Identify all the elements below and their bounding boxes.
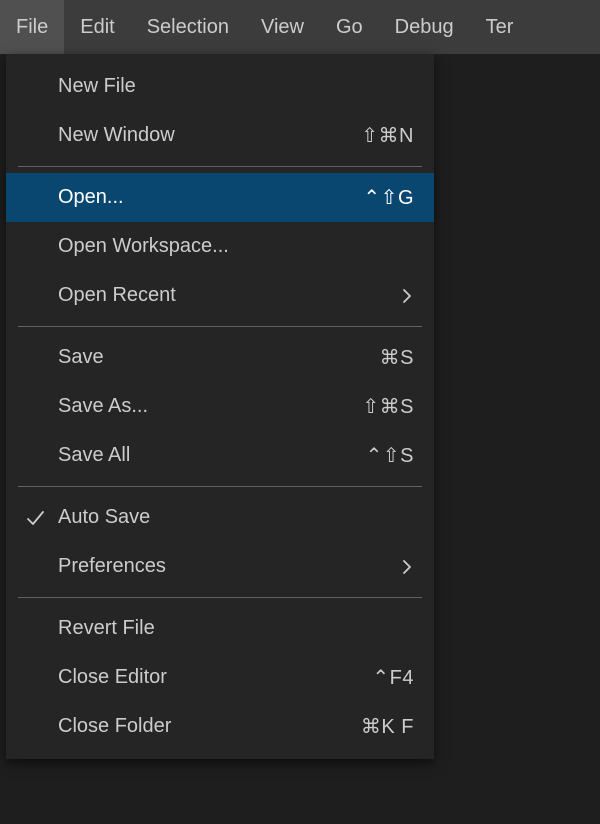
menu-label: Save As...	[58, 395, 362, 418]
menu-item-close-folder[interactable]: Close Folder ⌘K F	[6, 702, 434, 751]
menu-separator	[18, 486, 422, 487]
menu-separator	[18, 326, 422, 327]
menubar-item-view[interactable]: View	[245, 0, 320, 54]
menubar-item-file[interactable]: File	[0, 0, 64, 54]
menu-shortcut: ⌘K F	[361, 714, 414, 739]
menu-item-auto-save[interactable]: Auto Save	[6, 493, 434, 542]
menu-label: Preferences	[58, 555, 400, 578]
menu-shortcut: ⇧⌘N	[361, 123, 414, 148]
menubar-label: Selection	[147, 16, 229, 39]
menu-label: New File	[58, 75, 414, 98]
menubar-label: Edit	[80, 16, 114, 39]
menu-shortcut: ⌃⇧G	[363, 185, 414, 210]
menu-shortcut: ⌘S	[380, 345, 414, 370]
menu-item-save[interactable]: Save ⌘S	[6, 333, 434, 382]
menubar-label: File	[16, 16, 48, 39]
menu-label: Close Folder	[58, 715, 361, 738]
menubar-label: Debug	[395, 16, 454, 39]
menu-separator	[18, 597, 422, 598]
menubar-label: Go	[336, 16, 363, 39]
check-icon	[24, 507, 46, 529]
chevron-right-icon	[400, 289, 414, 303]
menu-label: Revert File	[58, 617, 414, 640]
menu-label: New Window	[58, 124, 361, 147]
chevron-right-icon	[400, 560, 414, 574]
menu-label: Close Editor	[58, 666, 372, 689]
file-menu-dropdown: New File New Window ⇧⌘N Open... ⌃⇧G Open…	[6, 54, 434, 759]
menu-shortcut: ⇧⌘S	[362, 394, 414, 419]
menu-shortcut: ⌃F4	[372, 665, 414, 690]
menu-item-new-window[interactable]: New Window ⇧⌘N	[6, 111, 434, 160]
menu-item-save-all[interactable]: Save All ⌃⇧S	[6, 431, 434, 480]
menu-label: Save	[58, 346, 380, 369]
menu-label: Open...	[58, 186, 363, 209]
menu-shortcut: ⌃⇧S	[366, 443, 414, 468]
menubar-item-selection[interactable]: Selection	[131, 0, 245, 54]
menu-item-save-as[interactable]: Save As... ⇧⌘S	[6, 382, 434, 431]
menubar-label: Ter	[486, 16, 514, 39]
menubar: File Edit Selection View Go Debug Ter	[0, 0, 600, 54]
menubar-item-terminal[interactable]: Ter	[470, 0, 530, 54]
menu-item-open-workspace[interactable]: Open Workspace...	[6, 222, 434, 271]
menu-separator	[18, 166, 422, 167]
menu-item-open[interactable]: Open... ⌃⇧G	[6, 173, 434, 222]
menu-item-new-file[interactable]: New File	[6, 62, 434, 111]
menu-label: Open Workspace...	[58, 235, 414, 258]
menu-item-close-editor[interactable]: Close Editor ⌃F4	[6, 653, 434, 702]
menu-item-preferences[interactable]: Preferences	[6, 542, 434, 591]
menu-label: Auto Save	[58, 506, 414, 529]
menu-item-revert-file[interactable]: Revert File	[6, 604, 434, 653]
menu-item-open-recent[interactable]: Open Recent	[6, 271, 434, 320]
menu-label: Open Recent	[58, 284, 400, 307]
menubar-item-go[interactable]: Go	[320, 0, 379, 54]
menu-label: Save All	[58, 444, 366, 467]
menubar-item-debug[interactable]: Debug	[379, 0, 470, 54]
menubar-label: View	[261, 16, 304, 39]
menubar-item-edit[interactable]: Edit	[64, 0, 130, 54]
